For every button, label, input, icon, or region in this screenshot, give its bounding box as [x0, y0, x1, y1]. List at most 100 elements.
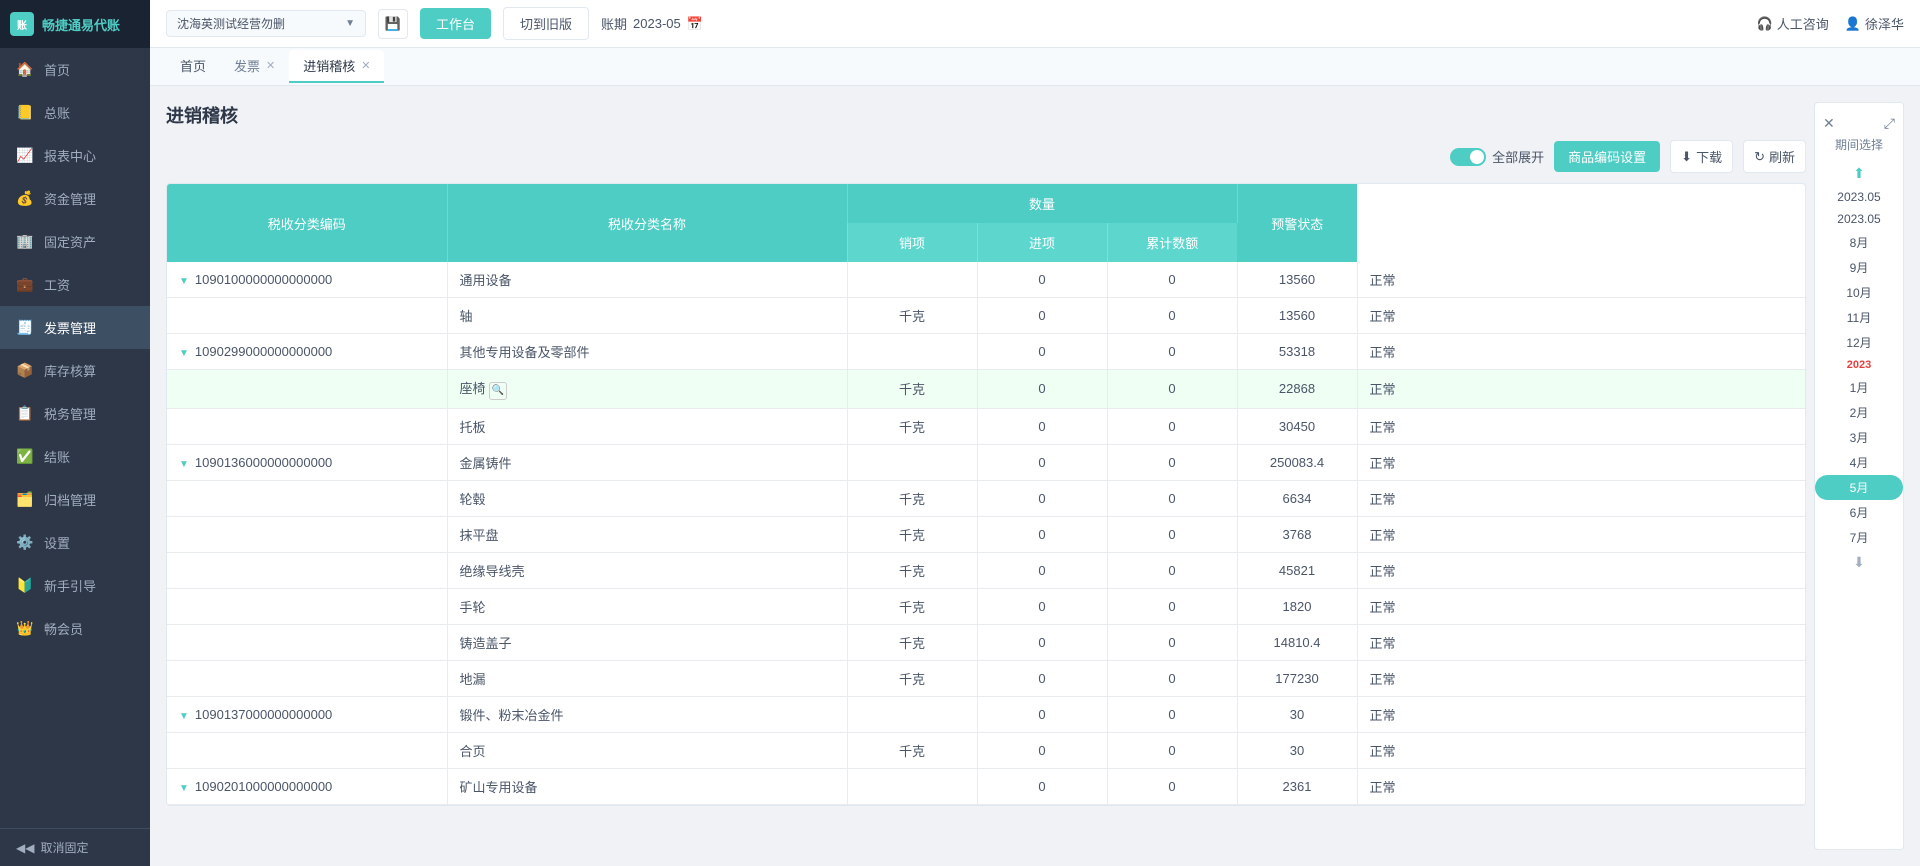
company-selector[interactable]: 沈海英测试经营勿删 ▼	[166, 10, 366, 37]
tab-reconciliation[interactable]: 进销稽核 ✕	[289, 50, 384, 83]
tab-reconciliation-close[interactable]: ✕	[361, 59, 370, 72]
td-unit: 千克	[847, 732, 977, 768]
panel-scroll-up[interactable]: ⬆	[1849, 161, 1869, 186]
sidebar-item-home[interactable]: 🏠 首页	[0, 48, 150, 91]
td-status: 正常	[1357, 624, 1805, 660]
period-item[interactable]: 2023	[1815, 355, 1903, 375]
period-info: 账期 2023-05 📅	[601, 14, 703, 33]
td-cumulative: 6634	[1237, 480, 1357, 516]
period-item[interactable]: 2023.05	[1815, 208, 1903, 230]
period-item[interactable]: 11月	[1815, 305, 1903, 330]
sidebar-item-funds[interactable]: 💰 资金管理	[0, 177, 150, 220]
td-status: 正常	[1357, 370, 1805, 409]
toggle-all-control[interactable]: 全部展开	[1450, 147, 1544, 166]
user-button[interactable]: 👤 徐泽华	[1845, 14, 1904, 33]
tax-icon: 📋	[16, 405, 34, 423]
td-cumulative: 30	[1237, 732, 1357, 768]
sidebar-item-ledger[interactable]: 📒 总账	[0, 91, 150, 134]
refresh-label: 刷新	[1769, 147, 1795, 166]
topbar: 沈海英测试经营勿删 ▼ 💾 工作台 切到旧版 账期 2023-05 📅 🎧 人工…	[150, 0, 1920, 48]
expand-icon[interactable]: ▼	[179, 711, 189, 722]
expand-icon[interactable]: ▼	[179, 276, 189, 287]
expand-icon[interactable]: ▼	[179, 459, 189, 470]
period-item[interactable]: 2月	[1815, 400, 1903, 425]
td-code: ▼1090136000000000000	[167, 444, 447, 480]
td-sales: 0	[977, 588, 1107, 624]
tab-reconciliation-label: 进销稽核	[303, 56, 355, 75]
sidebar-item-invoices[interactable]: 🧾 发票管理	[0, 306, 150, 349]
td-code	[167, 552, 447, 588]
service-button[interactable]: 🎧 人工咨询	[1757, 14, 1829, 33]
period-item[interactable]: 9月	[1815, 255, 1903, 280]
td-purchase: 0	[1107, 588, 1237, 624]
logo-icon: 账	[10, 12, 34, 36]
td-cumulative: 13560	[1237, 262, 1357, 298]
settings-icon: ⚙️	[16, 534, 34, 552]
sidebar-item-settings[interactable]: ⚙️ 设置	[0, 521, 150, 564]
td-code	[167, 408, 447, 444]
calendar-icon[interactable]: 📅	[687, 16, 703, 32]
td-cumulative: 250083.4	[1237, 444, 1357, 480]
funds-icon: 💰	[16, 190, 34, 208]
cancel-fixed-btn[interactable]: ◀◀ 取消固定	[0, 828, 150, 866]
td-sales: 0	[977, 768, 1107, 804]
sidebar-item-archive[interactable]: 🗂️ 归档管理	[0, 478, 150, 521]
period-item[interactable]: 6月	[1815, 500, 1903, 525]
period-item[interactable]: 1月	[1815, 375, 1903, 400]
sidebar-item-inventory[interactable]: 📦 库存核算	[0, 349, 150, 392]
search-icon[interactable]: 🔍	[489, 382, 507, 400]
td-status: 正常	[1357, 480, 1805, 516]
tab-invoices[interactable]: 发票 ✕	[220, 50, 289, 83]
td-status: 正常	[1357, 768, 1805, 804]
switch-old-button[interactable]: 切到旧版	[503, 7, 589, 40]
panel-scroll-down[interactable]: ⬇	[1849, 550, 1869, 575]
th-sales-out: 销项	[847, 223, 977, 262]
td-purchase: 0	[1107, 262, 1237, 298]
refresh-button[interactable]: ↻ 刷新	[1743, 140, 1806, 173]
sidebar-item-reports[interactable]: 📈 报表中心	[0, 134, 150, 177]
sidebar-item-payroll[interactable]: 💼 工资	[0, 263, 150, 306]
td-unit	[847, 768, 977, 804]
period-list: 2023.052023.058月9月10月11月12月20231月2月3月4月5…	[1815, 186, 1903, 550]
user-name: 徐泽华	[1865, 14, 1904, 33]
period-item[interactable]: 12月	[1815, 330, 1903, 355]
td-purchase: 0	[1107, 408, 1237, 444]
workbench-button[interactable]: 工作台	[420, 8, 491, 39]
period-item[interactable]: 8月	[1815, 230, 1903, 255]
product-code-button[interactable]: 商品编码设置	[1554, 141, 1660, 172]
headset-icon: 🎧	[1757, 16, 1773, 32]
sidebar-label-home: 首页	[44, 60, 70, 79]
sidebar-item-tax[interactable]: 📋 税务管理	[0, 392, 150, 435]
sidebar-label-member: 畅会员	[44, 619, 83, 638]
toggle-switch[interactable]	[1450, 148, 1486, 166]
download-button[interactable]: ⬇ 下载	[1670, 140, 1733, 173]
period-item[interactable]: 2023.05	[1815, 186, 1903, 208]
td-name: 矿山专用设备	[447, 768, 847, 804]
tab-home[interactable]: 首页	[166, 50, 220, 83]
sidebar-item-settlement[interactable]: ✅ 结账	[0, 435, 150, 478]
topbar-right: 🎧 人工咨询 👤 徐泽华	[1757, 14, 1904, 33]
sidebar-label-settings: 设置	[44, 533, 70, 552]
sidebar-item-guide[interactable]: 🔰 新手引导	[0, 564, 150, 607]
td-name: 金属铸件	[447, 444, 847, 480]
save-icon-btn[interactable]: 💾	[378, 9, 408, 39]
expand-icon[interactable]: ▼	[179, 783, 189, 794]
period-item[interactable]: 5月	[1815, 475, 1903, 500]
sidebar-item-member[interactable]: 👑 畅会员	[0, 607, 150, 650]
sidebar-label-settlement: 结账	[44, 447, 70, 466]
td-cumulative: 30450	[1237, 408, 1357, 444]
expand-icon[interactable]: ▼	[179, 348, 189, 359]
period-item[interactable]: 3月	[1815, 425, 1903, 450]
panel-close-icon[interactable]: ✕	[1823, 115, 1835, 132]
td-sales: 0	[977, 624, 1107, 660]
download-label: 下载	[1696, 147, 1722, 166]
payroll-icon: 💼	[16, 276, 34, 294]
period-item[interactable]: 10月	[1815, 280, 1903, 305]
period-item[interactable]: 4月	[1815, 450, 1903, 475]
period-item[interactable]: 7月	[1815, 525, 1903, 550]
sidebar-item-assets[interactable]: 🏢 固定资产	[0, 220, 150, 263]
td-code	[167, 624, 447, 660]
tab-invoices-close[interactable]: ✕	[266, 59, 275, 72]
td-sales: 0	[977, 480, 1107, 516]
panel-expand-icon[interactable]: ⤢	[1884, 115, 1895, 132]
